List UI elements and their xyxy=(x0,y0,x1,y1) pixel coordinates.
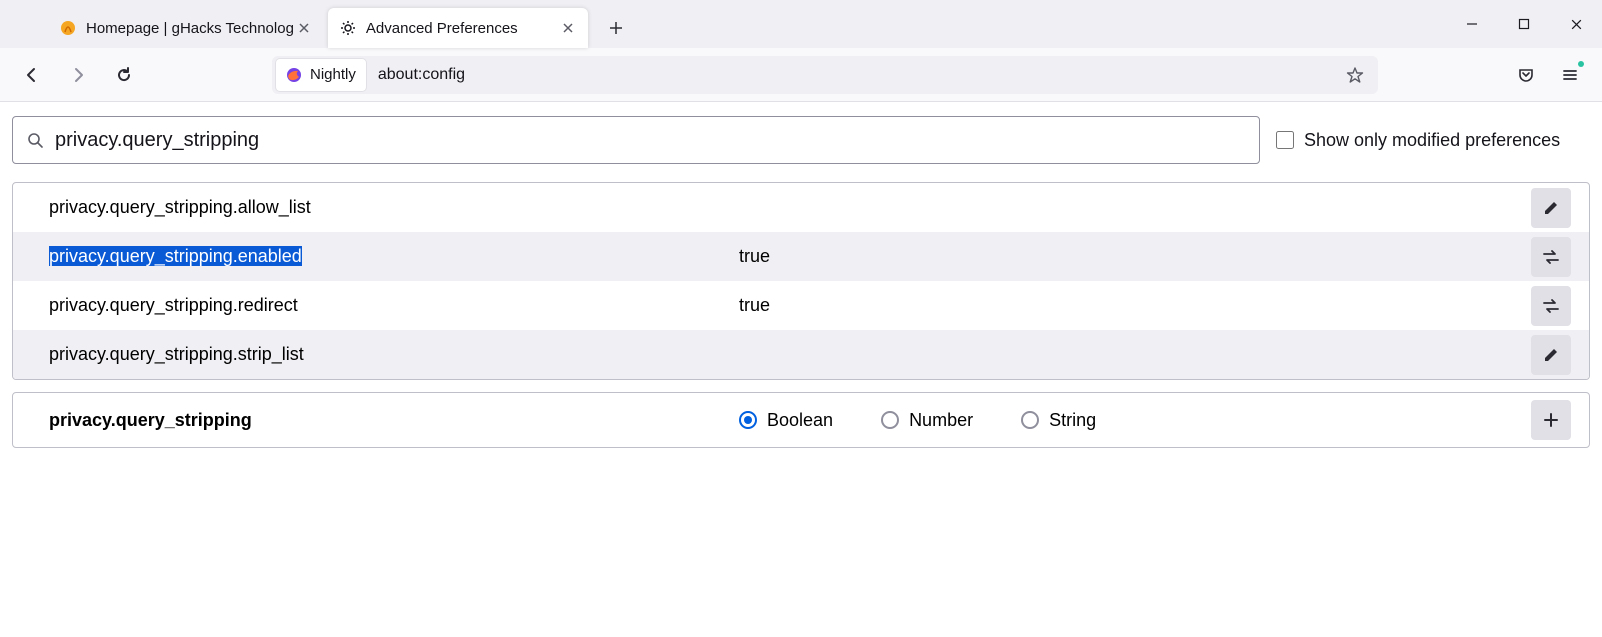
url-bar[interactable]: Nightly about:config xyxy=(272,56,1378,94)
edit-button[interactable] xyxy=(1531,335,1571,375)
about-config-content: Show only modified preferences privacy.q… xyxy=(0,102,1602,462)
show-only-modified-label: Show only modified preferences xyxy=(1304,130,1560,151)
reload-button[interactable] xyxy=(106,57,142,93)
pref-name: privacy.query_stripping.redirect xyxy=(49,295,298,315)
pref-search-box[interactable] xyxy=(12,116,1260,164)
notification-dot-icon xyxy=(1578,61,1584,67)
tab-inactive[interactable]: Homepage | gHacks Technolog xyxy=(48,8,324,48)
tab-label: Homepage | gHacks Technolog xyxy=(86,20,294,37)
identity-label: Nightly xyxy=(310,66,356,83)
pref-type-radiogroup: Boolean Number String xyxy=(739,410,1096,431)
pref-type-label: Number xyxy=(909,410,973,431)
app-menu-button[interactable] xyxy=(1552,57,1588,93)
prefs-table: privacy.query_stripping.allow_list priva… xyxy=(12,182,1590,380)
pref-value: true xyxy=(739,246,1531,267)
pref-name: privacy.query_stripping.enabled xyxy=(49,246,302,266)
new-pref-name: privacy.query_stripping xyxy=(49,410,739,431)
pref-value: true xyxy=(739,295,1531,316)
pref-type-label: Boolean xyxy=(767,410,833,431)
close-icon[interactable] xyxy=(294,18,314,38)
pref-type-label: String xyxy=(1049,410,1096,431)
toggle-button[interactable] xyxy=(1531,237,1571,277)
maximize-button[interactable] xyxy=(1498,0,1550,48)
pocket-button[interactable] xyxy=(1508,57,1544,93)
ghacks-favicon-icon xyxy=(60,20,76,36)
url-text: about:config xyxy=(378,66,1378,84)
pref-type-boolean[interactable]: Boolean xyxy=(739,410,833,431)
tab-active[interactable]: Advanced Preferences xyxy=(328,8,588,48)
pref-type-string[interactable]: String xyxy=(1021,410,1096,431)
pref-type-number[interactable]: Number xyxy=(881,410,973,431)
toolbar: Nightly about:config xyxy=(0,48,1602,102)
firefox-nightly-icon xyxy=(286,67,302,83)
toggle-button[interactable] xyxy=(1531,286,1571,326)
edit-button[interactable] xyxy=(1531,188,1571,228)
search-icon xyxy=(27,132,43,148)
tab-label: Advanced Preferences xyxy=(366,20,558,37)
close-window-button[interactable] xyxy=(1550,0,1602,48)
new-tab-button[interactable] xyxy=(600,12,632,44)
pref-row[interactable]: privacy.query_stripping.strip_list xyxy=(13,330,1589,379)
radio-checked-icon xyxy=(739,411,757,429)
pref-name: privacy.query_stripping.allow_list xyxy=(49,197,311,217)
radio-unchecked-icon xyxy=(1021,411,1039,429)
pref-name: privacy.query_stripping.strip_list xyxy=(49,344,304,364)
identity-box[interactable]: Nightly xyxy=(276,59,366,91)
add-pref-button[interactable] xyxy=(1531,400,1571,440)
minimize-button[interactable] xyxy=(1446,0,1498,48)
pref-search-input[interactable] xyxy=(55,129,1245,152)
gear-icon xyxy=(340,20,356,36)
add-pref-panel: privacy.query_stripping Boolean Number S… xyxy=(12,392,1590,448)
radio-unchecked-icon xyxy=(881,411,899,429)
back-button[interactable] xyxy=(14,57,50,93)
pref-row[interactable]: privacy.query_stripping.enabled true xyxy=(13,232,1589,281)
show-only-modified-input[interactable] xyxy=(1276,131,1294,149)
show-only-modified-checkbox[interactable]: Show only modified preferences xyxy=(1276,130,1560,151)
pref-row[interactable]: privacy.query_stripping.redirect true xyxy=(13,281,1589,330)
titlebar: Homepage | gHacks Technolog Advanced Pre… xyxy=(0,0,1602,48)
close-icon[interactable] xyxy=(558,18,578,38)
pref-row[interactable]: privacy.query_stripping.allow_list xyxy=(13,183,1589,232)
bookmark-star-icon[interactable] xyxy=(1342,62,1368,88)
window-controls xyxy=(1446,0,1602,48)
forward-button[interactable] xyxy=(60,57,96,93)
